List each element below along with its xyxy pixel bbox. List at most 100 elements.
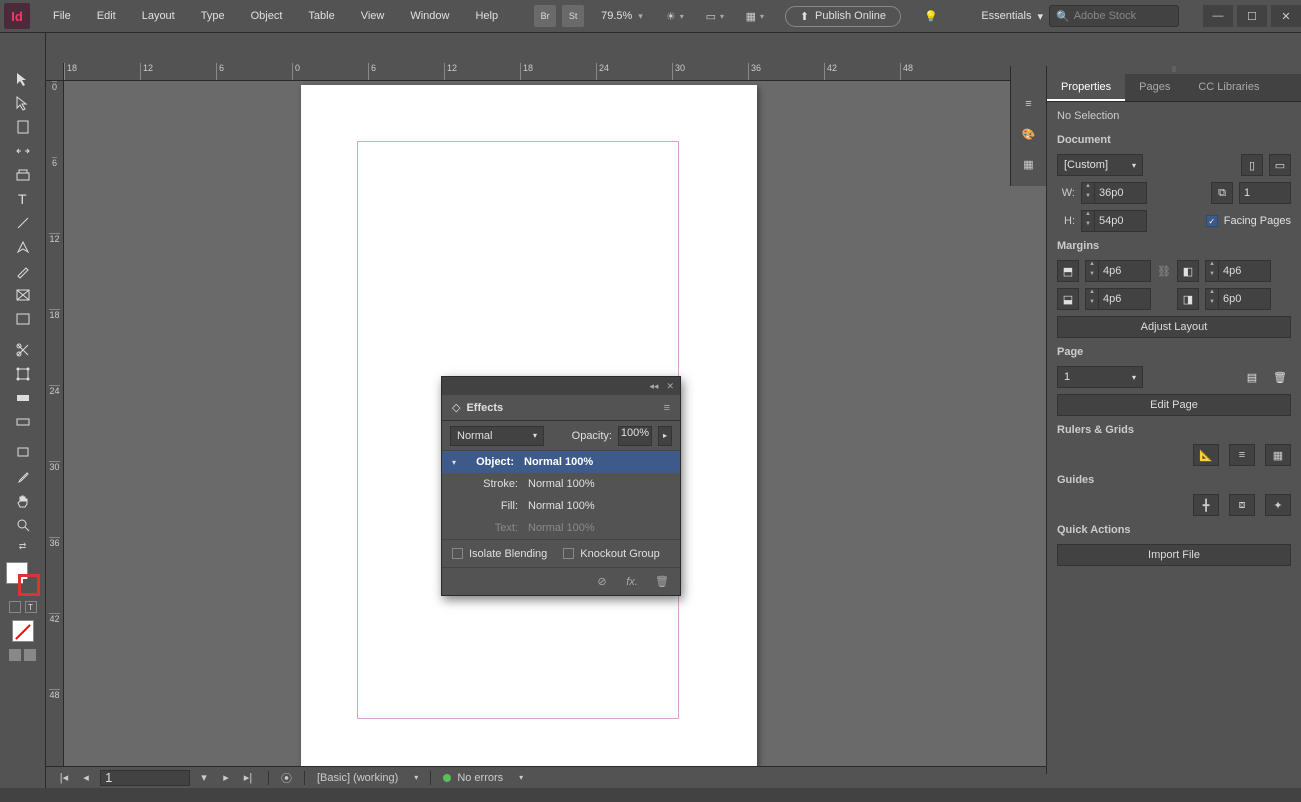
fill-stroke-proxy[interactable] [6,562,40,596]
next-spread-button[interactable]: ▸ [218,771,234,785]
workspace-switcher[interactable]: Essentials ▾ [981,10,1043,23]
menu-view[interactable]: View [348,4,398,28]
swatches-panel-icon[interactable]: ▦ [1019,154,1039,174]
formatting-container-icon[interactable] [9,601,21,613]
first-spread-button[interactable]: |◂ [56,771,72,785]
margin-top-input[interactable]: ▲▼ [1085,260,1151,282]
selection-tool[interactable] [7,67,39,90]
menu-type[interactable]: Type [188,4,238,28]
rectangle-tool[interactable] [7,307,39,330]
zoom-level[interactable]: 79.5% [601,10,632,22]
apply-none[interactable] [12,620,34,642]
snap-guides-toggle[interactable]: ⧈ [1229,494,1255,516]
clear-effects-icon[interactable]: ⊘ [594,575,610,588]
content-collector-tool[interactable] [7,163,39,186]
fx-button[interactable]: fx. [624,576,640,588]
note-tool[interactable] [7,441,39,464]
preflight-status-text[interactable]: No errors [457,772,503,784]
menu-file[interactable]: File [40,4,84,28]
new-page-icon[interactable]: ▤ [1241,366,1263,388]
orientation-landscape[interactable]: ▭ [1269,154,1291,176]
menu-help[interactable]: Help [462,4,511,28]
smart-guides-toggle[interactable]: ✦ [1265,494,1291,516]
line-tool[interactable] [7,211,39,234]
stock-search-input[interactable]: 🔍 Adobe Stock [1049,5,1179,27]
formatting-text-icon[interactable]: T [25,601,37,613]
color-panel-icon[interactable]: 🎨 [1019,124,1039,144]
errors-dropdown[interactable]: ▾ [519,773,523,782]
stroke-proxy[interactable] [18,574,40,596]
document-grid-toggle[interactable]: ▦ [1265,444,1291,466]
delete-effect-icon[interactable]: 🗑 [654,575,670,588]
strip-menu-icon[interactable]: ≡ [1019,94,1039,114]
tips-icon[interactable]: 💡 [914,5,948,27]
margin-right-input[interactable]: ▲▼ [1205,288,1271,310]
free-transform-tool[interactable] [7,362,39,385]
preflight-dropdown[interactable]: ▾ [414,773,418,782]
pencil-tool[interactable] [7,259,39,282]
import-file-button[interactable]: Import File [1057,544,1291,566]
prev-spread-button[interactable]: ◂ [78,771,94,785]
rulers-toggle[interactable]: 📐 [1193,444,1219,466]
height-input[interactable]: ▲▼ [1081,210,1147,232]
zoom-dropdown[interactable]: ▾ [638,11,643,22]
gradient-feather-tool[interactable] [7,410,39,433]
menu-object[interactable]: Object [238,4,296,28]
view-options-icon[interactable]: ☀ [658,5,692,27]
width-input[interactable]: ▲▼ [1081,182,1147,204]
page-preset-select[interactable]: [Custom]▾ [1057,154,1143,176]
pages-count-input[interactable] [1239,182,1291,204]
baseline-grid-toggle[interactable]: ≡ [1229,444,1255,466]
effects-panel-tab[interactable]: ◇ Effects ≡ [442,395,680,421]
isolate-blending-checkbox[interactable]: Isolate Blending [452,548,547,560]
page-tool[interactable] [7,115,39,138]
ruler-origin[interactable] [46,63,64,81]
zoom-tool[interactable] [7,513,39,536]
show-guides-toggle[interactable]: ╋ [1193,494,1219,516]
opacity-input[interactable]: 100% [618,426,652,446]
blend-mode-select[interactable]: Normal ▾ [450,426,544,446]
opacity-slider-toggle[interactable]: ▸ [658,426,672,446]
publish-online-button[interactable]: ⬆ Publish Online [785,6,901,27]
maximize-button[interactable]: ☐ [1237,5,1267,27]
adjust-layout-button[interactable]: Adjust Layout [1057,316,1291,338]
panel-drag-handle[interactable]: ⠿ [1047,66,1301,74]
type-tool[interactable]: T [7,187,39,210]
panel-menu-icon[interactable]: ≡ [664,402,670,414]
margin-bottom-input[interactable]: ▲▼ [1085,288,1151,310]
margin-left-input[interactable]: ▲▼ [1205,260,1271,282]
gradient-swatch-tool[interactable] [7,386,39,409]
page-dropdown[interactable]: ▾ [196,771,212,785]
knockout-group-checkbox[interactable]: Knockout Group [563,548,660,560]
effects-target-stroke[interactable]: Stroke: Normal 100% [442,473,680,495]
effects-target-fill[interactable]: Fill: Normal 100% [442,495,680,517]
tab-pages[interactable]: Pages [1125,74,1184,101]
swap-fill-stroke[interactable]: ⇄ [7,537,39,555]
preview-mode[interactable] [24,649,36,661]
effects-panel-header[interactable]: ◂◂ ✕ [442,377,680,395]
preflight-profile[interactable]: [Basic] (working) [317,772,398,784]
screen-mode-icon[interactable]: ▭ [698,5,732,27]
menu-edit[interactable]: Edit [84,4,129,28]
effects-target-object[interactable]: ▾ Object: Normal 100% [442,451,680,473]
stock-button[interactable]: St [562,5,584,27]
last-spread-button[interactable]: ▸| [240,771,256,785]
edit-page-button[interactable]: Edit Page [1057,394,1291,416]
close-window-button[interactable]: ✕ [1271,5,1301,27]
menu-window[interactable]: Window [397,4,462,28]
close-panel-icon[interactable]: ✕ [666,381,674,392]
menu-layout[interactable]: Layout [129,4,188,28]
bridge-button[interactable]: Br [534,5,556,27]
hand-tool[interactable] [7,489,39,512]
tab-properties[interactable]: Properties [1047,74,1125,101]
link-margins-icon[interactable]: ⛓ [1157,265,1171,278]
collapse-panel-icon[interactable]: ◂◂ [649,381,658,392]
vertical-ruler[interactable]: 0612182430364248 [46,81,64,766]
direct-selection-tool[interactable] [7,91,39,114]
page-number-select[interactable]: 1▾ [1057,366,1143,388]
facing-pages-checkbox[interactable]: ✓ [1206,215,1218,227]
eyedropper-tool[interactable] [7,465,39,488]
page-number-input[interactable] [100,770,190,786]
tab-cc-libraries[interactable]: CC Libraries [1184,74,1273,101]
normal-view-mode[interactable] [9,649,21,661]
